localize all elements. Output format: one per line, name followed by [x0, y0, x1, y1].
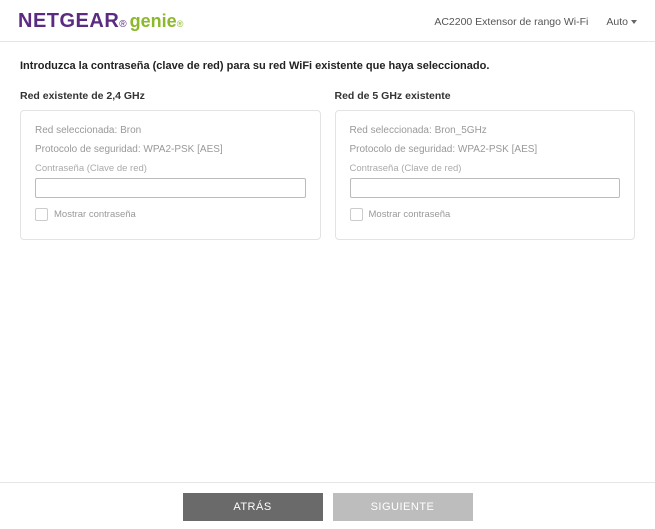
panel-24ghz-title: Red existente de 2,4 GHz: [20, 90, 321, 102]
product-name: AC2200 Extensor de rango Wi-Fi: [434, 16, 588, 28]
footer: ATRÁS SIGUIENTE: [0, 482, 655, 529]
selected-prefix: Red seleccionada:: [35, 125, 120, 136]
security-prefix: Protocolo de seguridad:: [35, 144, 143, 155]
show-password-label-5: Mostrar contraseña: [369, 209, 451, 220]
registered-icon: ®: [177, 19, 184, 29]
password-input-5[interactable]: [350, 178, 621, 198]
password-label-24: Contraseña (Clave de red): [35, 163, 306, 174]
panel-24ghz: Red seleccionada: Bron Protocolo de segu…: [20, 110, 321, 240]
panel-5ghz: Red seleccionada: Bron_5GHz Protocolo de…: [335, 110, 636, 240]
security-prefix: Protocolo de seguridad:: [350, 144, 458, 155]
language-select[interactable]: Auto: [606, 16, 637, 28]
header: NETGEAR® genie® AC2200 Extensor de rango…: [0, 0, 655, 42]
chevron-down-icon: [631, 20, 637, 24]
registered-icon: ®: [119, 19, 126, 30]
selected-prefix: Red seleccionada:: [350, 125, 435, 136]
back-button[interactable]: ATRÁS: [183, 493, 323, 521]
logo-sub: genie: [130, 11, 177, 32]
password-input-24[interactable]: [35, 178, 306, 198]
show-password-checkbox-24[interactable]: [35, 208, 48, 221]
panel-5ghz-column: Red de 5 GHz existente Red seleccionada:…: [335, 90, 636, 240]
show-password-row-24[interactable]: Mostrar contraseña: [35, 208, 306, 221]
selected-network-5: Red seleccionada: Bron_5GHz: [350, 125, 621, 136]
panels-row: Red existente de 2,4 GHz Red seleccionad…: [20, 90, 635, 240]
security-value: WPA2-PSK [AES]: [143, 144, 222, 155]
security-protocol-24: Protocolo de seguridad: WPA2-PSK [AES]: [35, 144, 306, 155]
show-password-checkbox-5[interactable]: [350, 208, 363, 221]
selected-network-24: Red seleccionada: Bron: [35, 125, 306, 136]
show-password-label-24: Mostrar contraseña: [54, 209, 136, 220]
password-label-5: Contraseña (Clave de red): [350, 163, 621, 174]
header-right: AC2200 Extensor de rango Wi-Fi Auto: [434, 16, 637, 28]
security-value: WPA2-PSK [AES]: [458, 144, 537, 155]
show-password-row-5[interactable]: Mostrar contraseña: [350, 208, 621, 221]
security-protocol-5: Protocolo de seguridad: WPA2-PSK [AES]: [350, 144, 621, 155]
panel-5ghz-title: Red de 5 GHz existente: [335, 90, 636, 102]
selected-name: Bron_5GHz: [435, 125, 487, 136]
selected-name: Bron: [120, 125, 141, 136]
instructions-text: Introduzca la contraseña (clave de red) …: [20, 60, 635, 72]
content: Introduzca la contraseña (clave de red) …: [0, 42, 655, 240]
language-label: Auto: [606, 16, 628, 28]
panel-24ghz-column: Red existente de 2,4 GHz Red seleccionad…: [20, 90, 321, 240]
logo-main: NETGEAR: [18, 10, 119, 33]
logo: NETGEAR® genie®: [18, 10, 183, 33]
next-button[interactable]: SIGUIENTE: [333, 493, 473, 521]
